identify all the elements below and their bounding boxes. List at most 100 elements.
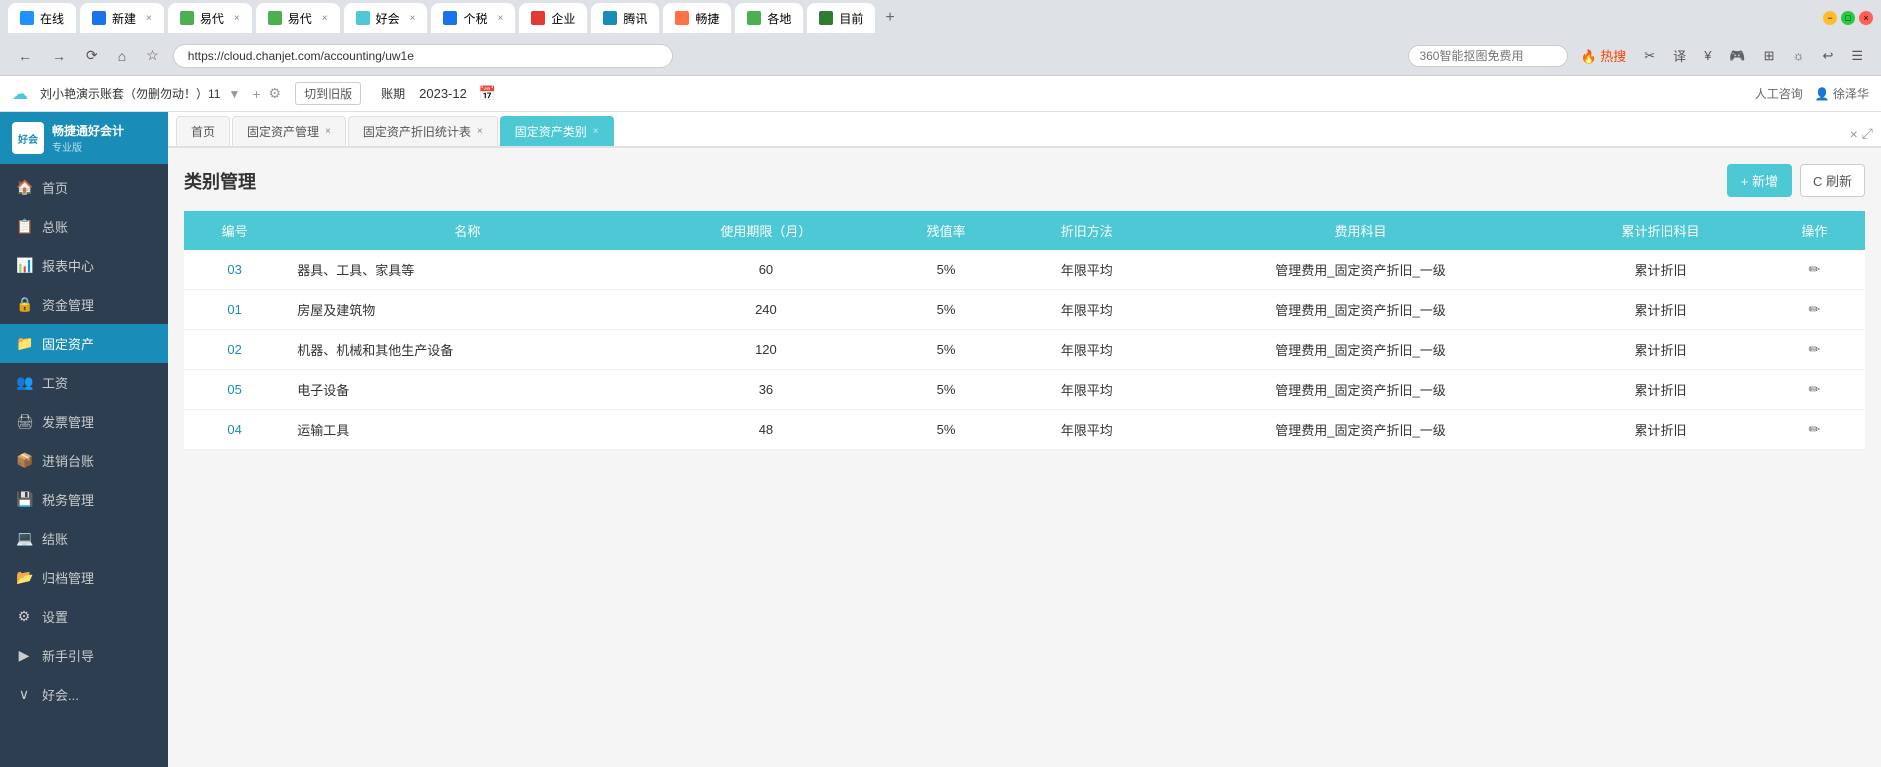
hot-search-button[interactable]: 🔥 热搜 [1574, 43, 1632, 68]
sidebar-item-general-ledger[interactable]: 📋 总账 [0, 207, 168, 246]
sidebar-label-invoice: 发票管理 [42, 412, 94, 431]
minimize-button[interactable]: − [1823, 11, 1837, 25]
close-icon[interactable]: × [146, 13, 152, 24]
menu-button[interactable]: ☰ [1845, 45, 1869, 67]
sidebar-item-archive[interactable]: 📂 归档管理 [0, 558, 168, 597]
sidebar-item-home[interactable]: 🏠 首页 [0, 168, 168, 207]
close-tab-icon[interactable]: × [477, 126, 483, 137]
browser-tab-haoji[interactable]: 好会 × [344, 3, 428, 33]
undo-button[interactable]: ↩ [1816, 45, 1839, 67]
browser-tab-shumu[interactable]: 目前 [807, 3, 875, 33]
sidebar-item-funds[interactable]: 🔒 资金管理 [0, 285, 168, 324]
close-panel-button[interactable]: × [1850, 126, 1858, 142]
browser-tab-yidai2[interactable]: 易代 × [256, 3, 340, 33]
bookmark-button[interactable]: ☆ [140, 43, 165, 68]
sidebar-item-reports[interactable]: 📊 报表中心 [0, 246, 168, 285]
sidebar-label-settings: 设置 [42, 607, 68, 626]
cut-icon-button[interactable]: ✂ [1638, 45, 1661, 67]
account-dropdown-button[interactable]: ▼ [228, 87, 240, 101]
col-header-action: 操作 [1764, 211, 1865, 250]
browser-tab-qiye[interactable]: 企业 [519, 3, 587, 33]
cell-residual-1: 5% [882, 290, 1010, 330]
cell-residual-2: 5% [882, 330, 1010, 370]
sidebar-label-purchase-sales: 进销台账 [42, 451, 94, 470]
sidebar-item-guide[interactable]: ▶ 新手引导 [0, 636, 168, 675]
browser-tab-gedi[interactable]: 各地 [735, 3, 803, 33]
consultant-button[interactable]: 人工咨询 [1755, 85, 1803, 102]
maximize-button[interactable]: □ [1841, 11, 1855, 25]
sidebar-item-checkout[interactable]: 💻 结账 [0, 519, 168, 558]
reload-button[interactable]: ⟳ [80, 43, 104, 68]
close-icon[interactable]: × [410, 13, 416, 24]
back-button[interactable]: ← [12, 44, 38, 68]
close-icon[interactable]: × [234, 13, 240, 24]
logo-line2: 专业版 [52, 139, 124, 154]
add-account-button[interactable]: + [252, 86, 260, 102]
table-row: 01 房屋及建筑物 240 5% 年限平均 管理费用_固定资产折旧_一级 累计折… [184, 290, 1865, 330]
sidebar-logo: 好会 畅捷通好会计 专业版 [0, 112, 168, 164]
browser-tab-changjie[interactable]: 畅捷 [663, 3, 731, 33]
edit-row-button[interactable]: ✏ [1808, 381, 1820, 398]
expand-panel-button[interactable]: ⤢ [1862, 125, 1873, 142]
tab-label-geshui: 个税 [463, 10, 487, 27]
sidebar-item-settings[interactable]: ⚙ 设置 [0, 597, 168, 636]
edit-row-button[interactable]: ✏ [1808, 301, 1820, 318]
user-avatar[interactable]: 👤 徐泽华 [1815, 85, 1869, 102]
home-button[interactable]: ⌂ [112, 44, 132, 68]
table-row: 05 电子设备 36 5% 年限平均 管理费用_固定资产折旧_一级 累计折旧 ✏ [184, 370, 1865, 410]
main-content: 首页 固定资产管理 × 固定资产折旧统计表 × 固定资产类别 × × ⤢ 类别管… [168, 112, 1881, 767]
app-body: 好会 畅捷通好会计 专业版 🏠 首页 📋 总账 📊 报表中心 🔒 资金管理 [0, 112, 1881, 767]
cell-code-1: 01 [184, 290, 285, 330]
table-header: 编号 名称 使用期限（月） 残值率 折旧方法 费用科目 累计折旧科目 操作 [184, 211, 1865, 250]
tab-favicon-qiye [531, 11, 545, 25]
tab-favicon-yidai2 [268, 11, 282, 25]
edit-row-button[interactable]: ✏ [1808, 261, 1820, 278]
add-button[interactable]: + 新增 [1727, 164, 1792, 197]
tab-favicon-changjie [675, 11, 689, 25]
cell-depreciation-4: 累计折旧 [1557, 410, 1763, 450]
tab-asset-category[interactable]: 固定资产类别 × [500, 116, 614, 146]
wallet-button[interactable]: ¥ [1698, 45, 1717, 66]
col-header-method: 折旧方法 [1010, 211, 1164, 250]
cell-method-3: 年限平均 [1010, 370, 1164, 410]
grid-button[interactable]: ⊞ [1758, 45, 1781, 67]
browser-tab-zaixian[interactable]: 在线 [8, 3, 76, 33]
brightness-button[interactable]: ☼ [1787, 45, 1811, 66]
calendar-icon[interactable]: 📅 [479, 85, 496, 102]
sidebar-item-purchase-sales[interactable]: 📦 进销台账 [0, 441, 168, 480]
browser-tab-geshui[interactable]: 个税 × [431, 3, 515, 33]
sidebar-item-fixed-assets[interactable]: 📁 固定资产 [0, 324, 168, 363]
account-name: 刘小艳演示账套（勿删勿动！）11 [40, 85, 220, 102]
browser-tab-tengxun[interactable]: 腾讯 [591, 3, 659, 33]
sidebar-item-invoice[interactable]: 🖨 发票管理 [0, 402, 168, 441]
forward-button[interactable]: → [46, 44, 72, 68]
search-input[interactable] [1408, 45, 1568, 67]
address-input[interactable] [173, 44, 673, 68]
game-button[interactable]: 🎮 [1723, 45, 1751, 67]
sidebar-item-more[interactable]: ∨ 好会... [0, 675, 168, 714]
close-tab-icon[interactable]: × [593, 126, 599, 137]
tab-fixed-asset-mgmt[interactable]: 固定资产管理 × [232, 116, 346, 146]
sidebar-label-general-ledger: 总账 [42, 217, 68, 236]
cell-method-4: 年限平均 [1010, 410, 1164, 450]
settings-gear-button[interactable]: ⚙ [269, 85, 282, 102]
close-window-button[interactable]: × [1859, 11, 1873, 25]
switch-version-button[interactable]: 切到旧版 [295, 82, 361, 105]
close-icon[interactable]: × [322, 13, 328, 24]
sidebar-item-tax[interactable]: 💾 税务管理 [0, 480, 168, 519]
tab-label-changjie: 畅捷 [695, 10, 719, 27]
tab-depreciation-table[interactable]: 固定资产折旧统计表 × [348, 116, 498, 146]
browser-tab-xin[interactable]: 新建 × [80, 3, 164, 33]
translate-button[interactable]: 译 [1667, 43, 1692, 68]
tab-home[interactable]: 首页 [176, 116, 230, 146]
browser-tab-yidai1[interactable]: 易代 × [168, 3, 252, 33]
edit-row-button[interactable]: ✏ [1808, 341, 1820, 358]
cell-action-4: ✏ [1764, 410, 1865, 450]
new-tab-button[interactable]: + [879, 7, 900, 29]
close-tab-icon[interactable]: × [325, 126, 331, 137]
sidebar-item-payroll[interactable]: 👥 工资 [0, 363, 168, 402]
edit-row-button[interactable]: ✏ [1808, 421, 1820, 438]
close-icon[interactable]: × [497, 13, 503, 24]
cell-expense-3: 管理费用_固定资产折旧_一级 [1164, 370, 1558, 410]
refresh-button[interactable]: C 刷新 [1800, 164, 1865, 197]
